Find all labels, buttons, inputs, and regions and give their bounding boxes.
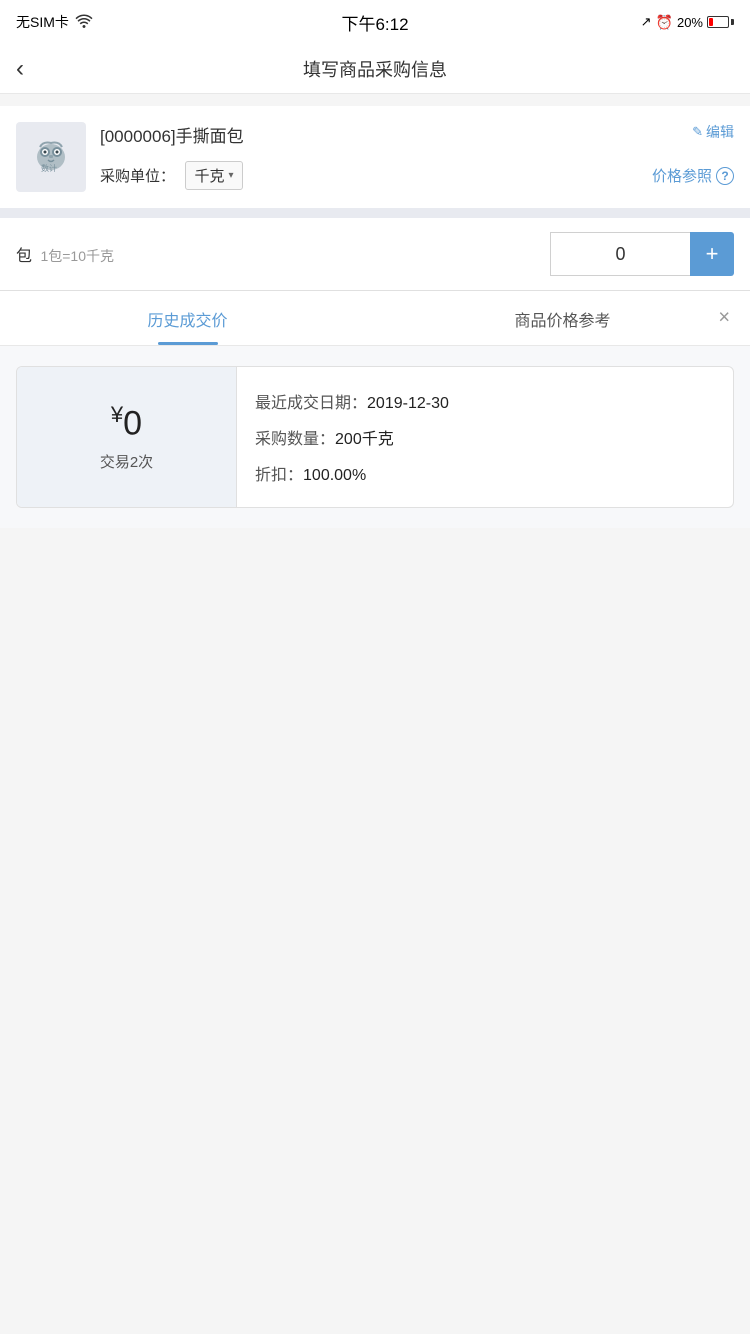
- tab-active-underline: [158, 342, 218, 345]
- tab-history-label: 历史成交价: [147, 313, 227, 330]
- unit-value: 千克: [194, 165, 224, 186]
- status-left: 无SIM卡: [16, 12, 93, 32]
- unit-label: 采购单位：: [100, 168, 175, 185]
- price-ref-label: 价格参照: [652, 165, 712, 186]
- unit-select[interactable]: 千克 ▾: [185, 161, 242, 190]
- price-currency-symbol: ¥: [111, 402, 123, 427]
- back-button[interactable]: ‹: [16, 55, 34, 83]
- history-details: 最近成交日期：2019-12-30 采购数量：200千克 折扣：100.00%: [237, 367, 733, 507]
- status-right: ↗ ⏰ 20%: [641, 14, 734, 31]
- product-card: 数计 [0000006]手撕面包 ✎ 编辑 采购单位： 千克 ▾ 价格参照 ?: [0, 106, 750, 208]
- svg-text:数计: 数计: [41, 163, 57, 173]
- price-amount: 0: [123, 404, 142, 442]
- quantity-label-area: 包 1包=10千克: [16, 242, 114, 266]
- alarm-icon: ⏰: [656, 14, 673, 31]
- detail-date-label: 最近成交日期：: [255, 395, 367, 412]
- signal-text: 无SIM卡: [16, 12, 69, 32]
- product-thumbnail-icon: 数计: [30, 133, 72, 182]
- page-title: 填写商品采购信息: [303, 56, 447, 82]
- detail-discount-row: 折扣：100.00%: [255, 461, 715, 485]
- battery-percent: 20%: [677, 15, 703, 30]
- history-card: ¥0 交易2次 最近成交日期：2019-12-30 采购数量：200千克 折扣：…: [16, 366, 734, 508]
- wifi-icon: [75, 14, 93, 31]
- detail-quantity-row: 采购数量：200千克: [255, 425, 715, 449]
- detail-discount-value: 100.00%: [303, 467, 366, 484]
- divider: [0, 208, 750, 218]
- quantity-package-label: 包: [16, 248, 32, 265]
- quantity-input[interactable]: 0: [550, 232, 690, 276]
- tabs-bar: 历史成交价 商品价格参考 ×: [0, 291, 750, 346]
- detail-quantity-value: 200千克: [335, 431, 394, 448]
- tab-close-button[interactable]: ×: [714, 303, 734, 334]
- quantity-row: 包 1包=10千克 0 +: [0, 218, 750, 290]
- quantity-conversion-label: 1包=10千克: [40, 248, 114, 264]
- detail-quantity-label: 采购数量：: [255, 431, 335, 448]
- quantity-value: 0: [615, 244, 625, 265]
- product-image: 数计: [16, 122, 86, 192]
- gps-icon: ↗: [641, 14, 652, 30]
- product-title-row: [0000006]手撕面包 ✎ 编辑: [100, 122, 734, 147]
- quantity-plus-button[interactable]: +: [690, 232, 734, 276]
- detail-date-row: 最近成交日期：2019-12-30: [255, 389, 715, 413]
- history-price-summary: ¥0 交易2次: [17, 367, 237, 507]
- unit-selector-area: 采购单位： 千克 ▾: [100, 161, 243, 190]
- unit-dropdown-arrow-icon: ▾: [228, 170, 233, 181]
- edit-icon: ✎: [692, 124, 703, 140]
- edit-button[interactable]: ✎ 编辑: [692, 122, 734, 142]
- history-trades-count: 交易2次: [100, 451, 153, 472]
- price-ref-help-icon: ?: [716, 167, 734, 185]
- tab-product-price-ref[interactable]: 商品价格参考: [375, 291, 750, 345]
- product-unit-row: 采购单位： 千克 ▾ 价格参照 ?: [100, 161, 734, 190]
- nav-bar: ‹ 填写商品采购信息: [0, 44, 750, 94]
- status-time: 下午6:12: [341, 10, 408, 35]
- detail-discount-label: 折扣：: [255, 467, 303, 484]
- status-bar: 无SIM卡 下午6:12 ↗ ⏰ 20%: [0, 0, 750, 44]
- product-details: [0000006]手撕面包 ✎ 编辑 采购单位： 千克 ▾ 价格参照 ?: [100, 122, 734, 190]
- product-name: [0000006]手撕面包: [100, 122, 244, 147]
- tab-history-price[interactable]: 历史成交价: [0, 291, 375, 345]
- detail-date-value: 2019-12-30: [367, 395, 449, 412]
- battery-indicator: [707, 16, 734, 28]
- price-reference-button[interactable]: 价格参照 ?: [652, 165, 734, 186]
- quantity-controls: 0 +: [550, 232, 734, 276]
- history-content: ¥0 交易2次 最近成交日期：2019-12-30 采购数量：200千克 折扣：…: [0, 346, 750, 528]
- edit-label: 编辑: [706, 122, 734, 142]
- tab-price-ref-label: 商品价格参考: [514, 313, 610, 330]
- bottom-panel: 历史成交价 商品价格参考 × ¥0 交易2次 最近成交日期：2019-12-30: [0, 290, 750, 528]
- plus-icon: +: [706, 241, 719, 267]
- history-price-value: ¥0: [111, 402, 142, 443]
